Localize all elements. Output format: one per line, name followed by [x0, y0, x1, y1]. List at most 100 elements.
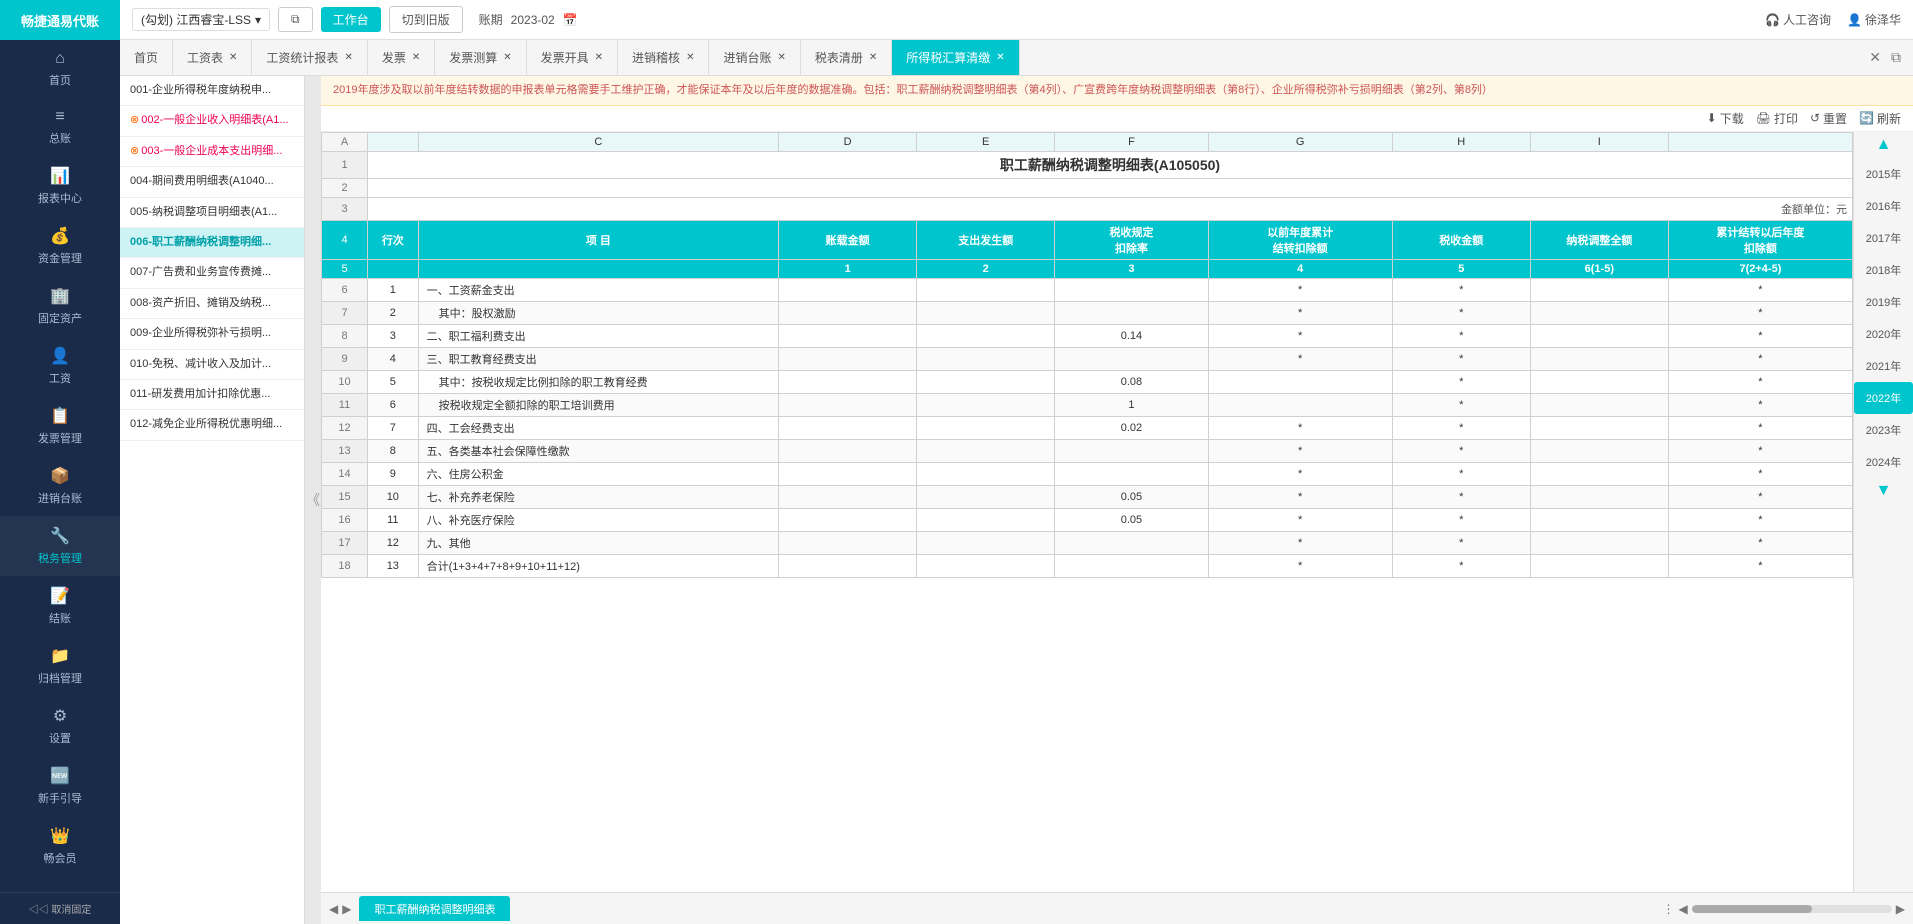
list-item-004[interactable]: 004-期间费用明细表(A1040... — [120, 167, 304, 197]
table-row[interactable]: 14 9 六、住房公积金 * * * — [322, 462, 1853, 485]
table-row[interactable]: 12 7 四、工会经费支出 0.02 * * * — [322, 416, 1853, 439]
year-2017[interactable]: 2017年 — [1854, 222, 1913, 254]
table-row[interactable]: 18 13 合计(1+3+4+7+8+9+10+11+12) * * * — [322, 554, 1853, 577]
list-item-010[interactable]: 010-免税、减计收入及加计... — [120, 350, 304, 380]
tab-close[interactable]: ✕ — [229, 52, 237, 63]
cell-c5[interactable]: * — [1392, 278, 1530, 301]
table-row[interactable]: 11 6 按税收规定全额扣除的职工培训费用 1 * * — [322, 393, 1853, 416]
tab-home[interactable]: 首页 — [120, 40, 173, 76]
year-2023[interactable]: 2023年 — [1854, 414, 1913, 446]
year-2024[interactable]: 2024年 — [1854, 446, 1913, 478]
tab-maximize-btn[interactable]: ⧉ — [1887, 47, 1905, 68]
tab-income-tax[interactable]: 所得税汇算清缴✕ — [892, 40, 1019, 76]
sheet-prev-btn[interactable]: ◀ — [329, 902, 338, 916]
cell-c7[interactable]: * — [1668, 278, 1852, 301]
sidebar-item-closing[interactable]: 📝 结账 — [0, 576, 120, 636]
header-rownum: 4 — [322, 220, 368, 259]
tab-close[interactable]: ✕ — [777, 52, 785, 63]
tab-sales-ledger[interactable]: 进销台账✕ — [709, 40, 800, 76]
tab-close[interactable]: ✕ — [412, 52, 420, 63]
sidebar-item-sales[interactable]: 📦 进销台账 — [0, 456, 120, 516]
table-row[interactable]: 8 3 二、职工福利费支出 0.14 * * * — [322, 324, 1853, 347]
list-item-012[interactable]: 012-减免企业所得税优惠明细... — [120, 410, 304, 440]
sidebar-item-settings[interactable]: ⚙ 设置 — [0, 696, 120, 756]
sidebar-item-payroll[interactable]: 👤 工资 — [0, 336, 120, 396]
company-selector[interactable]: (勾划) 江西睿宝-LSS ▾ — [132, 8, 270, 31]
table-row[interactable]: 7 2 其中：股权激励 * * * — [322, 301, 1853, 324]
table-area[interactable]: A C D E F G H I — [321, 132, 1853, 893]
tab-close-all-btn[interactable]: ✕ — [1865, 47, 1885, 68]
list-item-007[interactable]: 007-广告费和业务宣传费摊... — [120, 258, 304, 288]
year-2016[interactable]: 2016年 — [1854, 190, 1913, 222]
year-2022[interactable]: 2022年 — [1854, 382, 1913, 414]
service-btn[interactable]: 🎧 人工咨询 — [1765, 11, 1831, 28]
sidebar-item-tax[interactable]: 🔧 税务管理 — [0, 516, 120, 576]
list-item-006[interactable]: 006-职工薪酬纳税调整明细... — [120, 228, 304, 258]
tab-payroll[interactable]: 工资表✕ — [173, 40, 252, 76]
list-item-011[interactable]: 011-研发费用加计扣除优惠... — [120, 380, 304, 410]
sidebar-item-home[interactable]: ⌂ 首页 — [0, 40, 120, 98]
workspace-btn[interactable]: 工作台 — [321, 7, 381, 32]
tab-sales-check[interactable]: 进销稽核✕ — [618, 40, 709, 76]
tab-actions: ✕ ⧉ — [1865, 47, 1913, 68]
sidebar-item-assets[interactable]: 🏢 固定资产 — [0, 276, 120, 336]
sidebar-item-finance[interactable]: 💰 资金管理 — [0, 216, 120, 276]
year-up-btn[interactable]: ▲ — [1854, 132, 1913, 158]
table-row[interactable]: 16 11 八、补充医疗保险 0.05 * * * — [322, 508, 1853, 531]
list-item-005[interactable]: 005-纳税调整项目明细表(A1... — [120, 198, 304, 228]
tab-invoice[interactable]: 发票✕ — [368, 40, 435, 76]
year-2021[interactable]: 2021年 — [1854, 350, 1913, 382]
cell-c4[interactable]: * — [1208, 278, 1392, 301]
tab-invoice-issue[interactable]: 发票开具✕ — [527, 40, 618, 76]
scroll-right-btn[interactable]: ▶ — [1896, 902, 1905, 916]
year-2020[interactable]: 2020年 — [1854, 318, 1913, 350]
sidebar-item-guide[interactable]: 🆕 新手引导 — [0, 756, 120, 816]
cancel-fixed-btn[interactable]: ◁◁ 取消固定 — [0, 892, 120, 924]
tab-close[interactable]: ✕ — [996, 52, 1004, 63]
user-avatar[interactable]: 👤 徐泽华 — [1847, 11, 1901, 28]
sidebar-item-reports[interactable]: 📊 报表中心 — [0, 156, 120, 216]
refresh-btn[interactable]: 🔄 刷新 — [1859, 110, 1901, 127]
sheet-next-btn[interactable]: ▶ — [342, 902, 351, 916]
sidebar-item-ledger[interactable]: ≡ 总账 — [0, 98, 120, 156]
cell-c6[interactable] — [1530, 278, 1668, 301]
copy-btn[interactable]: ⧉ — [278, 7, 313, 32]
tab-close[interactable]: ✕ — [595, 52, 603, 63]
sidebar-item-vip[interactable]: 👑 畅会员 — [0, 816, 120, 876]
tab-tax-table[interactable]: 税表清册✕ — [801, 40, 892, 76]
cell-c3[interactable] — [1055, 278, 1208, 301]
list-item-008[interactable]: 008-资产折旧、摊销及纳税... — [120, 289, 304, 319]
list-item-002[interactable]: ⊗002-一般企业收入明细表(A1... — [120, 106, 304, 136]
sidebar-item-archive[interactable]: 📁 归档管理 — [0, 636, 120, 696]
list-item-009[interactable]: 009-企业所得税弥补亏损明... — [120, 319, 304, 349]
table-row[interactable]: 9 4 三、职工教育经费支出 * * * — [322, 347, 1853, 370]
download-btn[interactable]: ⬇ 下载 — [1707, 110, 1744, 127]
tab-close[interactable]: ✕ — [686, 52, 694, 63]
scroll-left-btn[interactable]: ◀ — [1679, 902, 1688, 916]
year-2018[interactable]: 2018年 — [1854, 254, 1913, 286]
collapse-panel[interactable]: 《 — [305, 76, 321, 924]
tab-close[interactable]: ✕ — [503, 52, 511, 63]
cell-c1[interactable] — [779, 278, 917, 301]
bottom-tab-main[interactable]: 职工薪酬纳税调整明细表 — [359, 896, 510, 921]
list-item-003[interactable]: ⊗003-一般企业成本支出明细... — [120, 137, 304, 167]
switch-btn[interactable]: 切到旧版 — [389, 6, 463, 33]
sidebar-item-invoice[interactable]: 📋 发票管理 — [0, 396, 120, 456]
table-row[interactable]: 6 1 一、工资薪金支出 * * * — [322, 278, 1853, 301]
cell-c2[interactable] — [917, 278, 1055, 301]
table-row[interactable]: 15 10 七、补充养老保险 0.05 * * * — [322, 485, 1853, 508]
print-btn[interactable]: 🖨 打印 — [1756, 110, 1798, 127]
list-item-001[interactable]: 001-企业所得税年度纳税申... — [120, 76, 304, 106]
year-2019[interactable]: 2019年 — [1854, 286, 1913, 318]
table-row[interactable]: 13 8 五、各类基本社会保障性缴款 * * * — [322, 439, 1853, 462]
reset-btn[interactable]: ↺ 重置 — [1810, 110, 1847, 127]
sidebar-item-label: 进销台账 — [38, 490, 82, 506]
year-2015[interactable]: 2015年 — [1854, 158, 1913, 190]
tab-close[interactable]: ✕ — [869, 52, 877, 63]
tab-payroll-report[interactable]: 工资统计报表✕ — [252, 40, 367, 76]
table-row[interactable]: 17 12 九、其他 * * * — [322, 531, 1853, 554]
tab-close[interactable]: ✕ — [344, 52, 352, 63]
table-row[interactable]: 10 5 其中：按税收规定比例扣除的职工教育经费 0.08 * * — [322, 370, 1853, 393]
tab-invoice-calc[interactable]: 发票测算✕ — [435, 40, 526, 76]
year-down-btn[interactable]: ▼ — [1854, 478, 1913, 504]
